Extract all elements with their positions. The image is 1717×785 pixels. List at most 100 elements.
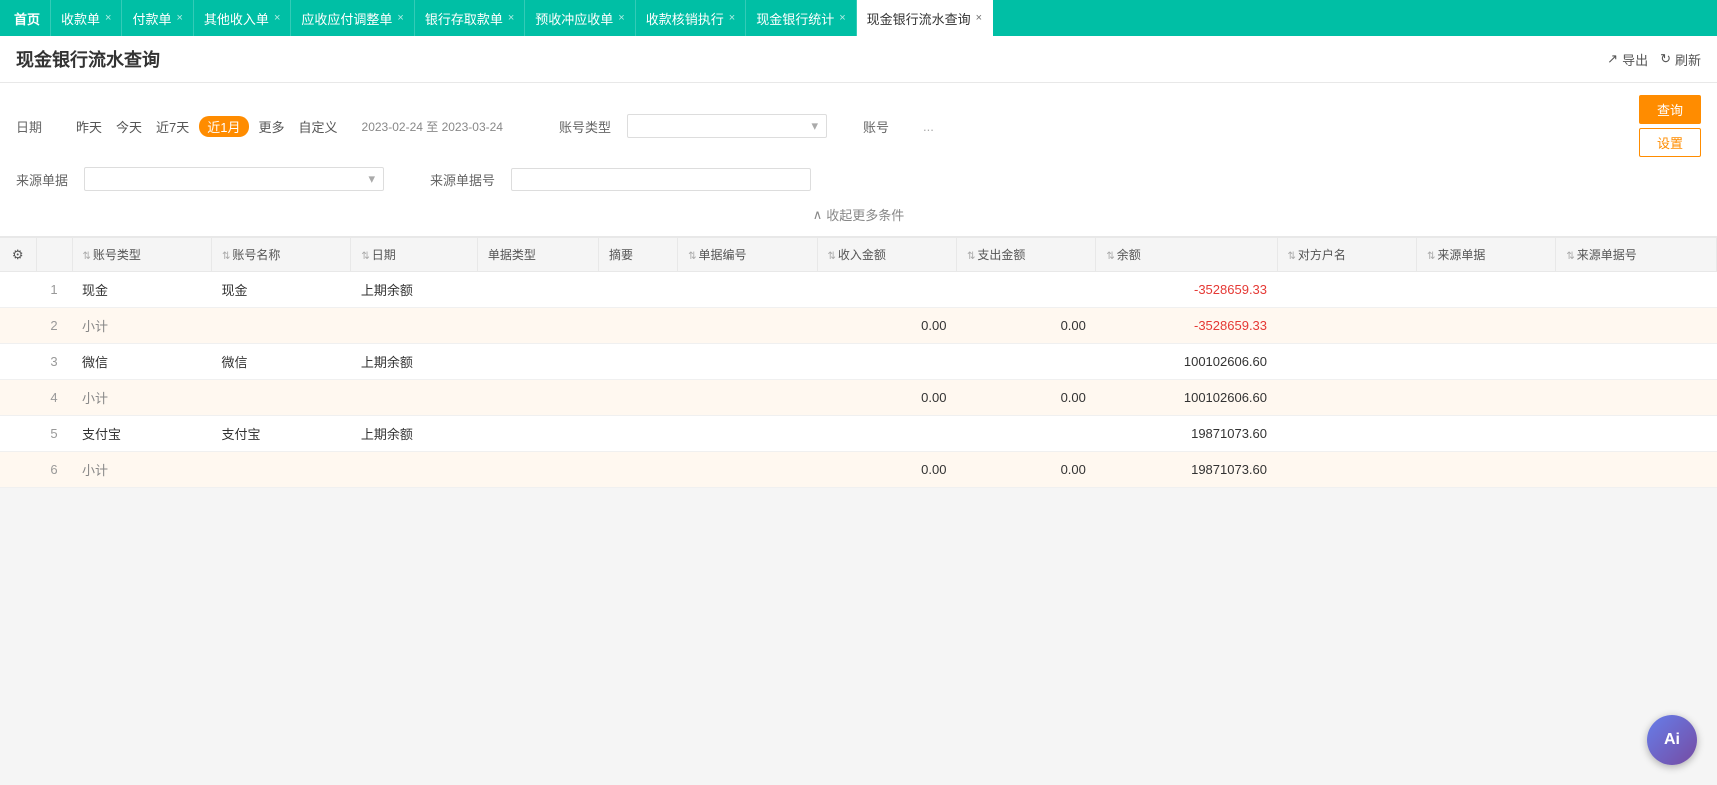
table-row: 5支付宝支付宝上期余额19871073.60 (0, 416, 1717, 452)
cell-source-doc-no (1556, 452, 1717, 488)
cell-date: 上期余额 (351, 344, 477, 380)
date-option-week[interactable]: 近7天 (152, 116, 193, 137)
col-account-type[interactable]: ⇅账号类型 (72, 238, 211, 272)
col-expense[interactable]: ⇅支出金额 (956, 238, 1095, 272)
col-income[interactable]: ⇅收入金额 (817, 238, 956, 272)
cell-gear (0, 380, 36, 416)
cell-doc-no (678, 416, 817, 452)
source-doc-no-input[interactable] (511, 168, 811, 191)
top-navigation: 首页收款单×付款单×其他收入单×应收应付调整单×银行存取款单×预收冲应收单×收款… (0, 0, 1717, 36)
cell-source-doc-no (1556, 272, 1717, 308)
cell-doc-no (678, 452, 817, 488)
tab-close-icon[interactable]: × (729, 12, 735, 24)
col-doc-no[interactable]: ⇅单据编号 (678, 238, 817, 272)
cell-doc-type (477, 272, 598, 308)
cell-row-num: 5 (36, 416, 72, 452)
cell-source-doc (1416, 344, 1555, 380)
cell-account-type: 小计 (72, 380, 211, 416)
date-option-month1[interactable]: 近1月 (199, 116, 248, 137)
date-option-custom[interactable]: 自定义 (295, 116, 342, 137)
filter-area: 日期 昨天今天近7天近1月更多自定义 2023-02-24 至 2023-03-… (0, 83, 1717, 237)
cell-source-doc (1416, 452, 1555, 488)
collapse-bar[interactable]: ∧ 收起更多条件 (16, 201, 1701, 224)
export-button[interactable]: ↗ 导出 (1607, 50, 1648, 69)
tab-close-icon[interactable]: × (274, 12, 280, 24)
account-type-arrow-icon: ▾ (811, 118, 818, 134)
cell-source-doc (1416, 272, 1555, 308)
date-options: 昨天今天近7天近1月更多自定义 (72, 116, 342, 137)
cell-account-name: 微信 (211, 344, 350, 380)
nav-tab-collect-verify[interactable]: 收款核销执行× (636, 0, 746, 36)
cell-balance: 19871073.60 (1096, 416, 1277, 452)
nav-tab-bank-deposit[interactable]: 银行存取款单× (415, 0, 525, 36)
table-header: ⚙ ⇅账号类型 ⇅账号名称 ⇅日期 单据类型 摘要 ⇅单据编号 ⇅收入金额 ⇅支… (0, 238, 1717, 272)
cell-income (817, 416, 956, 452)
cell-account-name: 支付宝 (211, 416, 350, 452)
nav-tab-receipt[interactable]: 收款单× (51, 0, 122, 36)
nav-tab-bank-stats[interactable]: 现金银行统计× (746, 0, 856, 36)
col-source-doc-no[interactable]: ⇅来源单据号 (1556, 238, 1717, 272)
cell-source-doc (1416, 308, 1555, 344)
col-date[interactable]: ⇅日期 (351, 238, 477, 272)
cell-summary (599, 416, 678, 452)
cell-account-name (211, 380, 350, 416)
ai-assistant-button[interactable]: Ai (1647, 715, 1697, 765)
cell-doc-no (678, 380, 817, 416)
source-doc-label: 来源单据 (16, 170, 68, 189)
account-type-select[interactable]: ▾ (627, 114, 827, 138)
collapse-icon: ∧ (813, 207, 823, 223)
cell-row-num: 6 (36, 452, 72, 488)
cell-expense (956, 272, 1095, 308)
cell-source-doc-no (1556, 416, 1717, 452)
cell-source-doc-no (1556, 344, 1717, 380)
cell-expense (956, 344, 1095, 380)
cell-doc-type (477, 344, 598, 380)
tab-close-icon[interactable]: × (397, 12, 403, 24)
account-dots[interactable]: ... (923, 119, 934, 134)
cell-doc-no (678, 308, 817, 344)
query-button[interactable]: 查询 (1639, 95, 1701, 124)
date-option-today[interactable]: 今天 (112, 116, 146, 137)
col-balance[interactable]: ⇅余额 (1096, 238, 1277, 272)
cell-income: 0.00 (817, 452, 956, 488)
page-header: 现金银行流水查询 ↗ 导出 ↻ 刷新 (0, 36, 1717, 83)
tab-close-icon[interactable]: × (618, 12, 624, 24)
refresh-icon: ↻ (1660, 51, 1671, 67)
nav-tab-other-income[interactable]: 其他收入单× (194, 0, 291, 36)
cell-account-name (211, 308, 350, 344)
col-gear: ⚙ (0, 238, 36, 272)
nav-tab-bank-flow[interactable]: 现金银行流水查询× (857, 0, 993, 36)
col-counterparty[interactable]: ⇅对方户名 (1277, 238, 1416, 272)
account-label: 账号 (863, 117, 903, 136)
col-source-doc[interactable]: ⇅来源单据 (1416, 238, 1555, 272)
cell-doc-type (477, 308, 598, 344)
cell-doc-type (477, 416, 598, 452)
tab-close-icon[interactable]: × (508, 12, 514, 24)
table-container: ⚙ ⇅账号类型 ⇅账号名称 ⇅日期 单据类型 摘要 ⇅单据编号 ⇅收入金额 ⇅支… (0, 237, 1717, 488)
export-label: 导出 (1622, 50, 1648, 69)
nav-tab-ap-adjust[interactable]: 应收应付调整单× (291, 0, 414, 36)
nav-tab-prepay[interactable]: 预收冲应收单× (525, 0, 635, 36)
cell-date: 上期余额 (351, 272, 477, 308)
table-row: 4小计0.000.00100102606.60 (0, 380, 1717, 416)
cell-summary (599, 308, 678, 344)
tab-close-icon[interactable]: × (176, 12, 182, 24)
tab-close-icon[interactable]: × (105, 12, 111, 24)
date-option-more[interactable]: 更多 (255, 116, 289, 137)
nav-tab-home[interactable]: 首页 (4, 0, 51, 36)
tab-close-icon[interactable]: × (976, 12, 982, 24)
cell-account-name: 现金 (211, 272, 350, 308)
settings-button[interactable]: 设置 (1639, 128, 1701, 157)
cell-balance: -3528659.33 (1096, 308, 1277, 344)
tab-close-icon[interactable]: × (839, 12, 845, 24)
cell-account-type: 支付宝 (72, 416, 211, 452)
refresh-button[interactable]: ↻ 刷新 (1660, 50, 1701, 69)
cell-doc-type (477, 380, 598, 416)
col-account-name[interactable]: ⇅账号名称 (211, 238, 350, 272)
cell-source-doc-no (1556, 308, 1717, 344)
date-option-yesterday[interactable]: 昨天 (72, 116, 106, 137)
source-doc-select[interactable]: ▾ (84, 167, 384, 191)
cell-gear (0, 416, 36, 452)
gear-icon[interactable]: ⚙ (12, 247, 24, 262)
nav-tab-payment[interactable]: 付款单× (122, 0, 193, 36)
